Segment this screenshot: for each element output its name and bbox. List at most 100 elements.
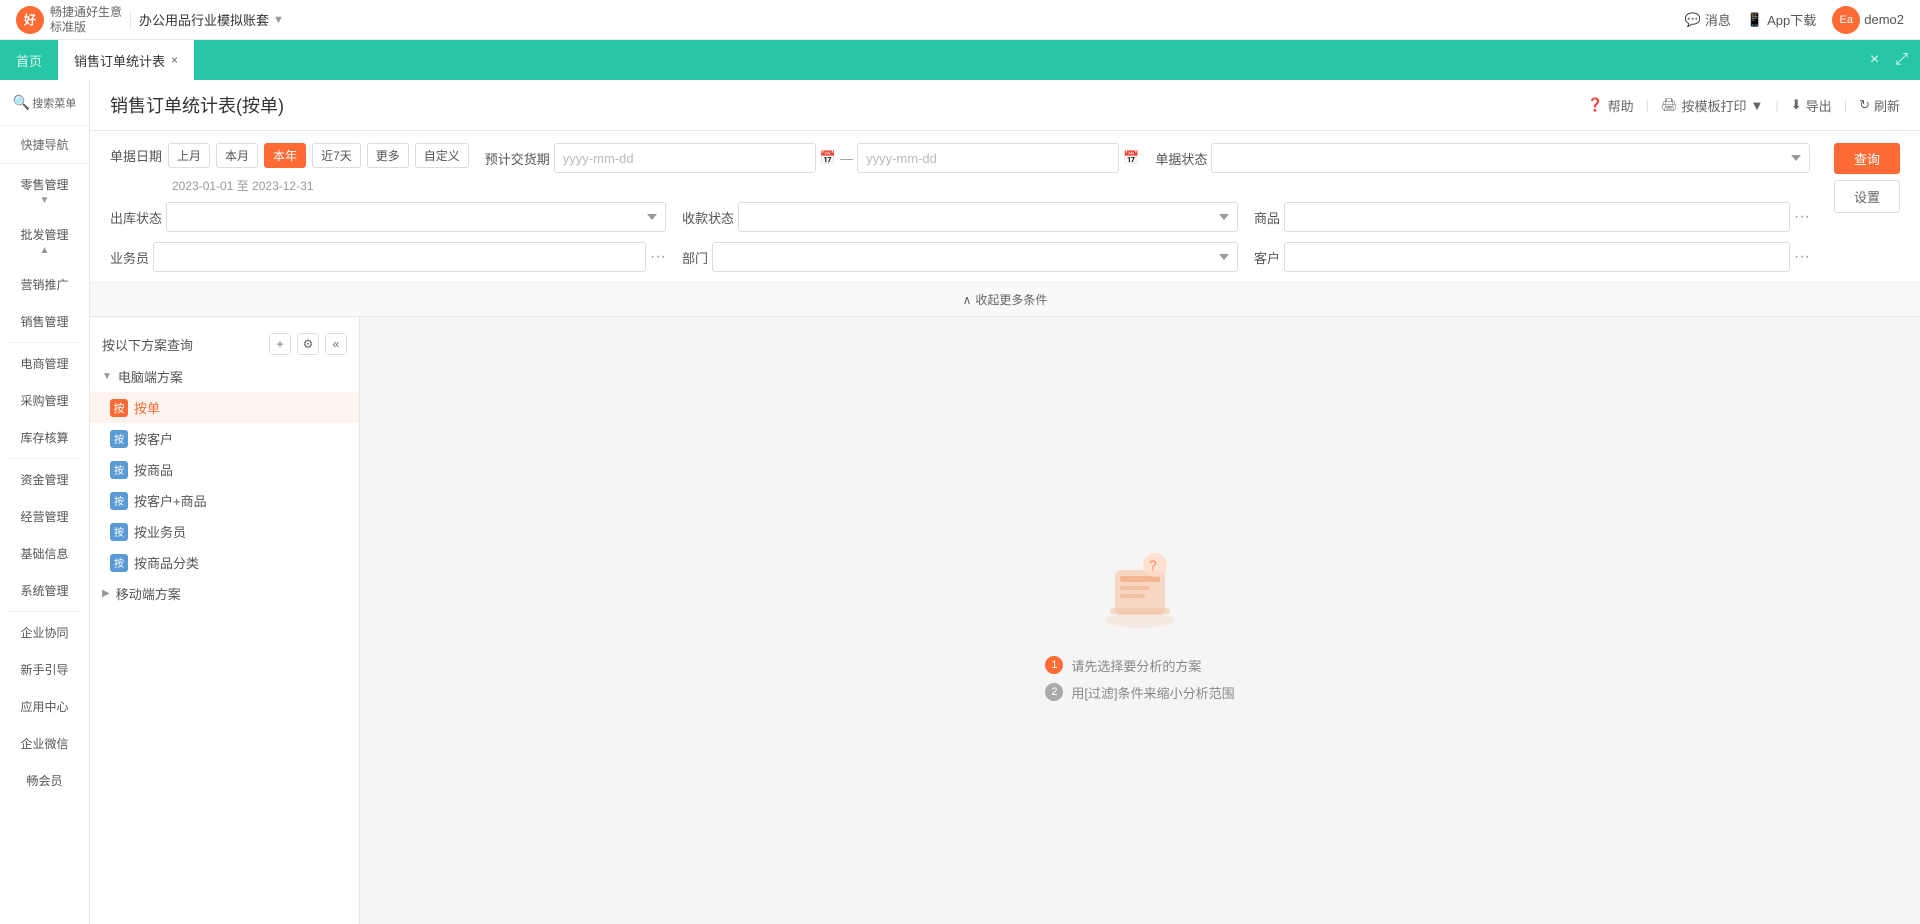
tree-icon-by-salesperson: 按 [110,523,128,541]
query-button-group: 查询 设置 [1834,143,1900,213]
payment-status-group: 收款状态 [682,202,1238,232]
more-date-btn[interactable]: 更多 [367,143,409,168]
this-year-btn[interactable]: 本年 [264,143,306,168]
sidebar-item-ecommerce[interactable]: 电商管理 [0,345,89,382]
tree-item-by-product[interactable]: 按 按商品 [90,454,359,485]
search-menu-button[interactable]: 🔍 搜索菜单 [4,88,85,117]
date-separator: — [840,151,853,166]
page-header-actions: ❓ 帮助 | 🖨 按模板打印 ▼ | ⬇ 导出 | ↻ 刷新 [1587,96,1900,127]
left-panel: 按以下方案查询 + ⚙ « ▼ 电脑端方案 按 [90,317,360,924]
logo-area: 好 畅捷通好生意 标准版 [16,5,122,34]
collapse-bar[interactable]: ∧ 收起更多条件 [90,282,1920,316]
custom-date-btn[interactable]: 自定义 [415,143,469,168]
sidebar-item-basic[interactable]: 基础信息 [0,535,89,572]
svg-text:?: ? [1149,557,1157,573]
sidebar-item-inventory[interactable]: 库存核算 [0,419,89,456]
expected-delivery-end-input[interactable] [857,143,1119,173]
sidebar-item-marketing[interactable]: 营销推广 [0,266,89,303]
app-download-button[interactable]: 📱 App下载 [1747,10,1816,29]
tab-sales-order-stat[interactable]: 销售订单统计表 × [58,40,194,80]
tree-parent-pc[interactable]: ▼ 电脑端方案 [90,361,359,392]
doc-status-label: 单据状态 [1155,149,1207,168]
sidebar-item-apps[interactable]: 应用中心 [0,688,89,725]
print-icon: 🖨 [1661,97,1678,113]
tree-parent-mobile[interactable]: ▶ 移动端方案 [90,578,359,609]
tree-icon-by-category: 按 [110,554,128,572]
doc-status-select[interactable] [1211,143,1810,173]
date-filter-group: 单据日期 上月 本月 本年 近7天 更多 自定义 [110,143,469,168]
window-maximize-icon[interactable]: ⤢ [1891,47,1912,73]
sidebar-item-retail[interactable]: 零售管理 ▼ [0,166,89,216]
page-title: 销售订单统计表(按单) [110,92,284,130]
sidebar-item-newbie[interactable]: 新手引导 [0,651,89,688]
avatar: Ea [1832,6,1860,34]
refresh-button[interactable]: ↻ 刷新 [1859,96,1900,115]
message-button[interactable]: 💬 消息 [1685,10,1731,29]
window-close-icon[interactable]: × [1866,47,1883,73]
sidebar-item-system[interactable]: 系统管理 [0,572,89,609]
sidebar-item-purchase[interactable]: 采购管理 [0,382,89,419]
quick-nav-section: 快捷导航 [0,126,89,164]
user-profile-button[interactable]: Ea demo2 [1832,6,1904,34]
panel-settings-button[interactable]: ⚙ [297,333,319,355]
customer-label: 客户 [1254,248,1280,267]
sidebar-item-sales[interactable]: 销售管理 [0,303,89,340]
tree-icon-by-product: 按 [110,461,128,479]
breadcrumb-arrow-icon[interactable]: ▼ [273,14,284,26]
tree-item-by-order[interactable]: 按 按单 [90,392,359,423]
expected-delivery-start-input[interactable] [554,143,816,173]
panel-header-title: 按以下方案查询 [102,335,193,354]
tree-item-by-salesperson[interactable]: 按 按业务员 [90,516,359,547]
tree-item-by-cust-prod[interactable]: 按 按客户+商品 [90,485,359,516]
tree-item-by-customer[interactable]: 按 按客户 [90,423,359,454]
delivery-status-select[interactable] [166,202,666,232]
topbar-divider [130,10,131,30]
department-select[interactable] [712,242,1238,272]
calendar-icon-2[interactable]: 📅 [1123,150,1139,166]
sidebar-divider-1 [8,342,81,343]
customer-input[interactable] [1284,242,1790,272]
print-dropdown-icon[interactable]: ▼ [1751,98,1764,113]
payment-status-select[interactable] [738,202,1238,232]
query-button[interactable]: 查询 [1834,143,1900,174]
tab-actions: × ⤢ [1866,47,1920,73]
sidebar-item-wechat[interactable]: 企业微信 [0,725,89,762]
panel-add-button[interactable]: + [269,333,291,355]
quick-nav-button[interactable]: 快捷导航 [0,130,89,159]
sidebar-item-enterprise[interactable]: 企业协同 [0,614,89,651]
salesperson-input[interactable] [153,242,646,272]
empty-hints: 1 请先选择要分析的方案 2 用[过滤]条件来缩小分析范围 [1045,656,1234,702]
tab-close-icon[interactable]: × [171,53,178,67]
customer-more-icon[interactable]: ··· [1794,248,1810,266]
filter-container: 单据日期 上月 本月 本年 近7天 更多 自定义 预计交货期 [90,131,1920,282]
this-month-btn[interactable]: 本月 [216,143,258,168]
product-more-icon[interactable]: ··· [1794,208,1810,226]
sidebar-item-wholesale[interactable]: 批发管理 ▲ [0,216,89,266]
tree-icon-by-cust-prod: 按 [110,492,128,510]
sidebar-item-operations[interactable]: 经营管理 [0,498,89,535]
template-print-button[interactable]: 🖨 按模板打印 ▼ [1661,96,1763,115]
department-label: 部门 [682,248,708,267]
expected-delivery-group: 预计交货期 📅 — 📅 [485,143,1140,173]
sidebar-item-finance[interactable]: 资金管理 [0,461,89,498]
sidebar-menu-section: 零售管理 ▼ 批发管理 ▲ 营销推广 销售管理 电商管理 采购管理 库存核算 [0,164,89,801]
breadcrumb[interactable]: 办公用品行业模拟账套 ▼ [139,10,284,29]
product-input[interactable] [1284,202,1790,232]
topbar-right: 💬 消息 📱 App下载 Ea demo2 [1685,6,1904,34]
panel-header: 按以下方案查询 + ⚙ « [90,327,359,361]
last-7-days-btn[interactable]: 近7天 [312,143,361,168]
salesperson-more-icon[interactable]: ··· [650,248,666,266]
filter-settings-button[interactable]: 设置 [1834,180,1900,213]
tab-home[interactable]: 首页 [0,40,58,80]
topbar: 好 畅捷通好生意 标准版 办公用品行业模拟账套 ▼ 💬 消息 📱 App下载 E… [0,0,1920,40]
help-button[interactable]: ❓ 帮助 [1587,96,1633,115]
hint-num-2: 2 [1045,683,1063,701]
export-button[interactable]: ⬇ 导出 [1791,96,1832,115]
panel-collapse-button[interactable]: « [325,333,347,355]
last-month-btn[interactable]: 上月 [168,143,210,168]
calendar-icon-1[interactable]: 📅 [820,150,836,166]
tree-item-by-category[interactable]: 按 按商品分类 [90,547,359,578]
sidebar-item-vip[interactable]: 畅会员 [0,762,89,799]
search-icon: 🔍 [13,94,30,111]
logo-text: 畅捷通好生意 标准版 [50,5,122,34]
